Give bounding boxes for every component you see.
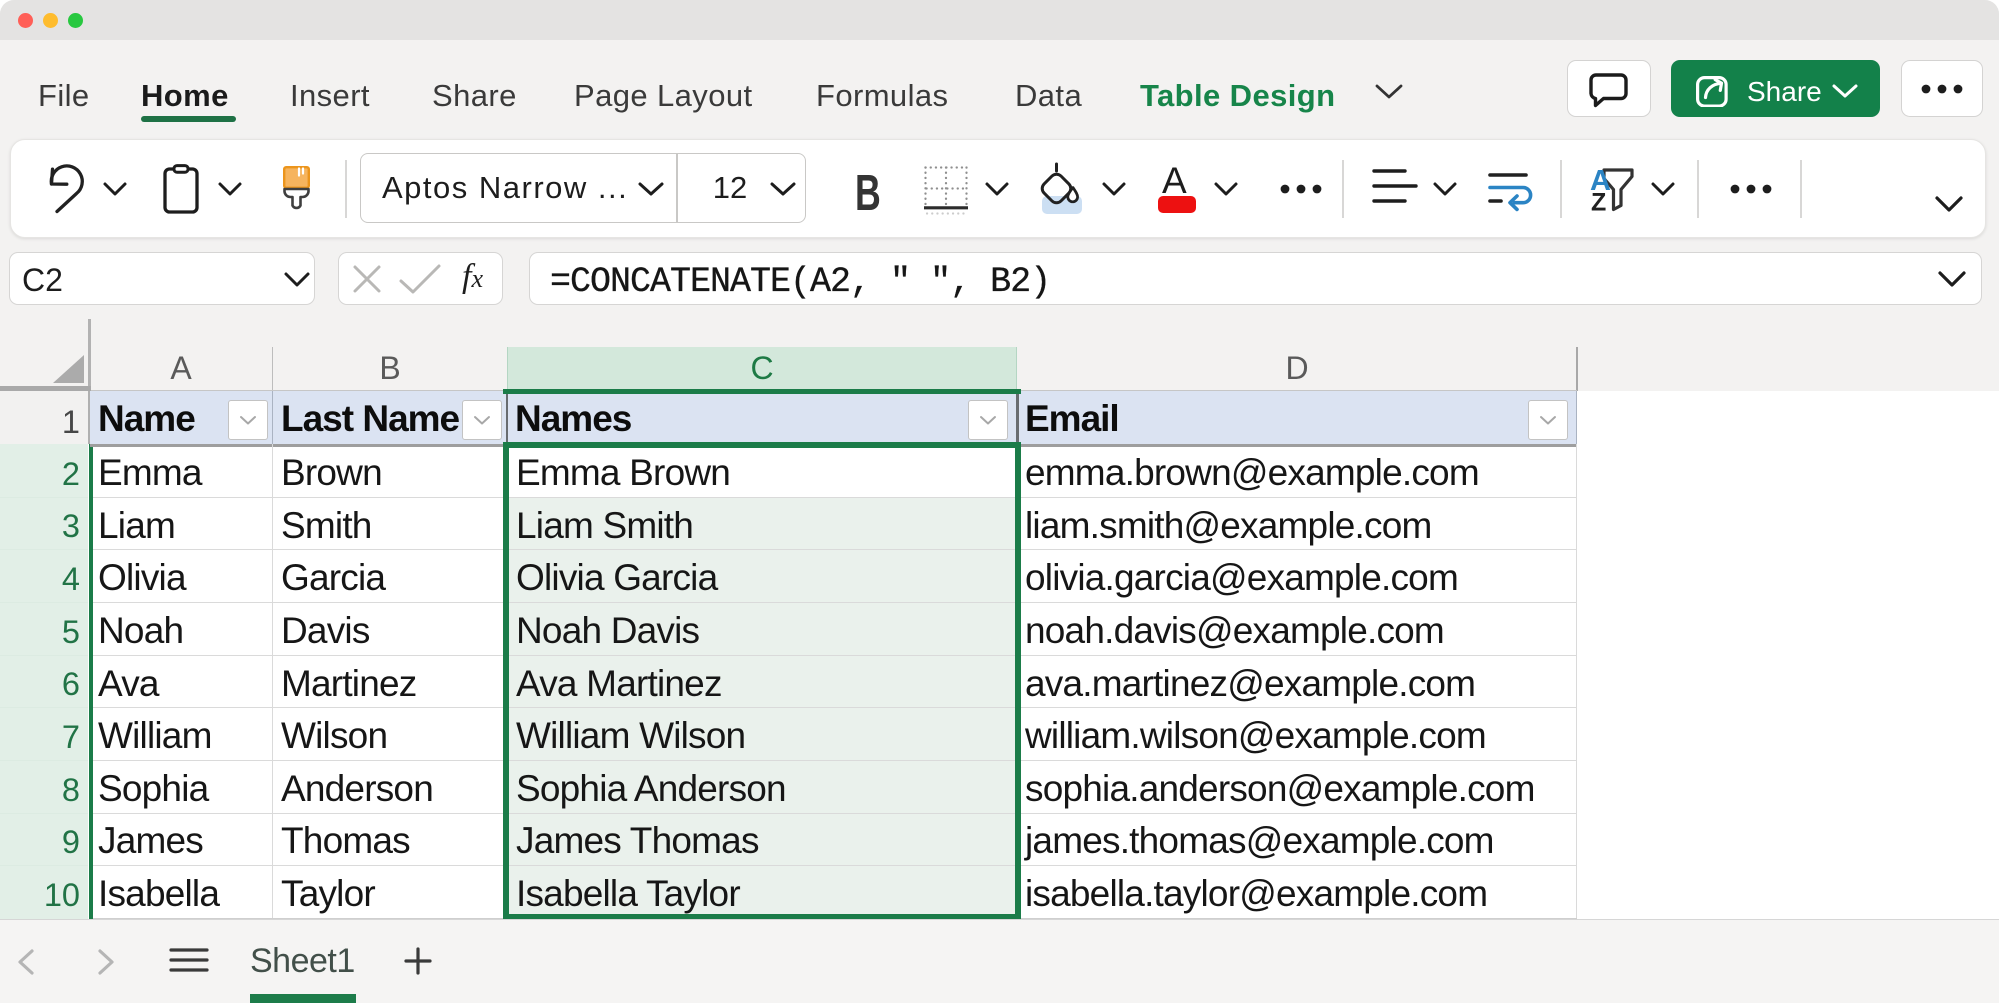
svg-text:Z: Z	[1591, 189, 1606, 215]
